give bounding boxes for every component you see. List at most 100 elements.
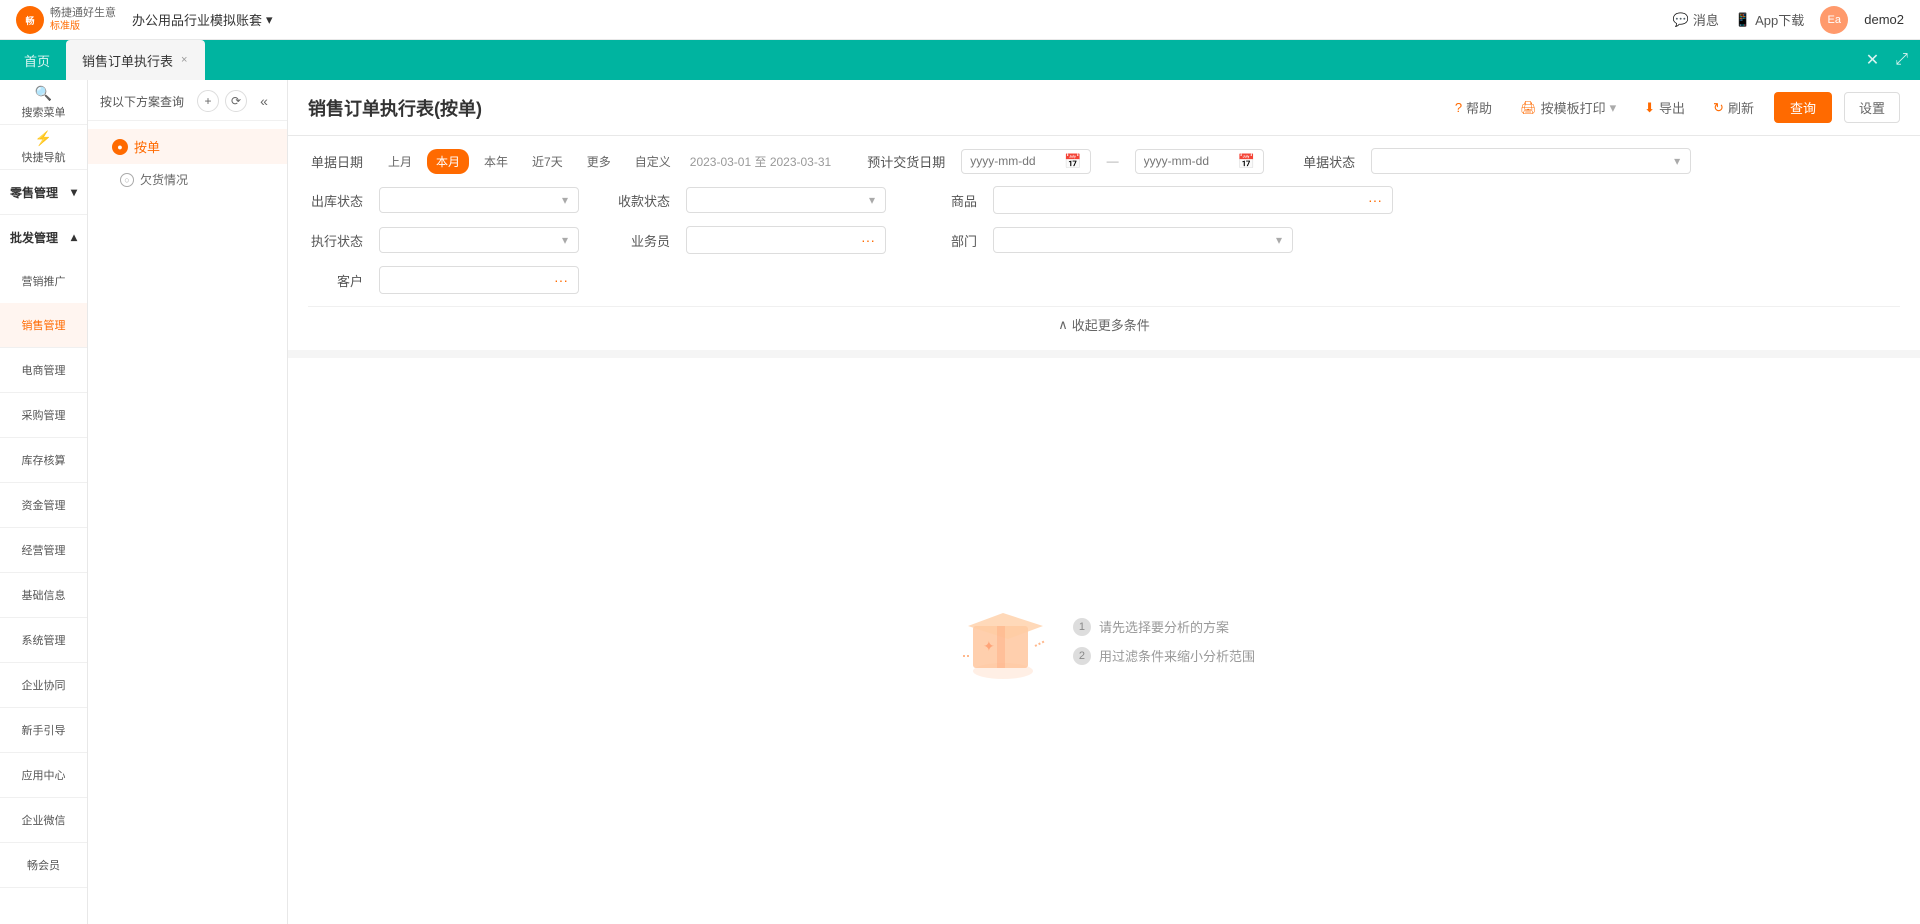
print-dropdown-icon: ▾ [1610, 100, 1617, 116]
expected-delivery-start-input[interactable] [970, 154, 1060, 168]
sidebar-section-basics: 基础信息 [0, 573, 87, 618]
sidebar-section-wholesale: 批发管理 ▴ 营销推广 销售管理 [0, 215, 87, 348]
user-avatar[interactable]: Ea [1820, 6, 1848, 34]
search-sidebar-actions: + ⟳ « [197, 90, 275, 112]
current-month-btn[interactable]: 本月 [427, 149, 469, 174]
filter-row-date: 单据日期 上月 本月 本年 近7天 更多 自定义 2023-03-01 至 20… [308, 148, 1900, 174]
tab-maximize-btn[interactable]: ⤢ [1891, 47, 1912, 73]
sidebar-item-onboarding[interactable]: 新手引导 [0, 708, 87, 752]
add-scheme-btn[interactable]: + [197, 90, 219, 112]
empty-hint-1: 1 请先选择要分析的方案 [1073, 617, 1255, 636]
message-icon: 💬 [1673, 12, 1689, 28]
sidebar-section-system: 系统管理 [0, 618, 87, 663]
search-sidebar: 按以下方案查询 + ⟳ « ● 按单 [88, 80, 288, 924]
last-month-btn[interactable]: 上月 [379, 149, 421, 174]
page-header: 销售订单执行表(按单) ? 帮助 🖨 按模板打印 ▾ ⬇ 导出 [288, 80, 1920, 136]
salesperson-label: 业务员 [615, 231, 670, 250]
sidebar: 🔍 搜索菜单 ⚡ 快捷导航 零售管理 ▾ 批发管理 ▴ 营销推广 [0, 80, 88, 924]
current-year-btn[interactable]: 本年 [475, 149, 517, 174]
header-right: 💬 消息 📱 App下载 Ea demo2 [1673, 6, 1904, 34]
refresh-scheme-btn[interactable]: ⟳ [225, 90, 247, 112]
sidebar-item-quick-nav[interactable]: ⚡ 快捷导航 [0, 125, 87, 169]
sidebar-section-finance: 资金管理 [0, 483, 87, 528]
more-btn[interactable]: 更多 [578, 149, 620, 174]
goods-label: 商品 [922, 191, 977, 210]
tab-sales-order[interactable]: 销售订单执行表 × [66, 40, 205, 80]
sidebar-section-search: 🔍 搜索菜单 [0, 80, 87, 125]
scheme-sub-icon: ○ [120, 173, 134, 187]
scheme-item-by-order[interactable]: ● 按单 [88, 129, 287, 164]
logo-text: 畅捷通好生意 标准版 [50, 6, 116, 33]
department-label: 部门 [922, 231, 977, 250]
print-icon: 🖨 [1520, 100, 1537, 116]
sidebar-item-marketing[interactable]: 营销推广 [0, 259, 87, 303]
collapse-up-icon: ∧ [1058, 317, 1068, 333]
sidebar-item-basics[interactable]: 基础信息 [0, 573, 87, 617]
date-range-separator: — [1107, 154, 1119, 168]
receipt-status-select[interactable]: ▾ [686, 187, 886, 213]
exec-status-select[interactable]: ▾ [379, 227, 579, 253]
sidebar-section-member: 畅会员 [0, 843, 87, 888]
template-print-btn[interactable]: 🖨 按模板打印 ▾ [1512, 94, 1624, 121]
sidebar-item-inventory[interactable]: 库存核算 [0, 438, 87, 482]
app-logo-icon: 畅 [16, 6, 44, 34]
settings-btn[interactable]: 设置 [1844, 92, 1900, 123]
tab-close-icon[interactable]: × [179, 54, 189, 66]
company-selector[interactable]: 办公用品行业模拟账套 ▾ [124, 6, 281, 33]
refresh-icon: ↻ [1713, 100, 1724, 116]
sidebar-item-wholesale[interactable]: 批发管理 ▴ [0, 215, 87, 259]
goods-input[interactable]: ··· [993, 186, 1393, 214]
sidebar-item-retail[interactable]: 零售管理 ▾ [0, 170, 87, 214]
last7days-btn[interactable]: 近7天 [523, 149, 572, 174]
tab-home[interactable]: 首页 [8, 40, 66, 80]
header-left: 畅 畅捷通好生意 标准版 办公用品行业模拟账套 ▾ [16, 6, 281, 34]
app-download-action[interactable]: 📱 App下载 [1735, 10, 1804, 29]
help-btn[interactable]: ? 帮助 [1447, 94, 1500, 121]
sidebar-item-search-menu[interactable]: 🔍 搜索菜单 [0, 80, 87, 124]
receipt-status-label: 收款状态 [615, 191, 670, 210]
sidebar-item-appcenter[interactable]: 应用中心 [0, 753, 87, 797]
calendar-start-icon[interactable]: 📅 [1064, 153, 1081, 170]
receipt-chevron-icon: ▾ [869, 193, 875, 207]
refresh-btn[interactable]: ↻ 刷新 [1705, 94, 1762, 121]
status-select[interactable]: ▾ [1371, 148, 1691, 174]
sidebar-item-finance[interactable]: 资金管理 [0, 483, 87, 527]
scheme-sub-backorder[interactable]: ○ 欠货情况 [88, 164, 287, 195]
expected-delivery-end-input[interactable] [1144, 154, 1234, 168]
salesperson-input[interactable]: ··· [686, 226, 886, 254]
sidebar-item-sales[interactable]: 销售管理 [0, 303, 87, 347]
custom-btn[interactable]: 自定义 [626, 149, 680, 174]
tab-close-btn[interactable]: ✕ [1862, 46, 1883, 74]
page-title-row: 销售订单执行表(按单) ? 帮助 🖨 按模板打印 ▾ ⬇ 导出 [308, 92, 1900, 123]
export-icon: ⬇ [1644, 100, 1655, 116]
sidebar-item-ecommerce[interactable]: 电商管理 [0, 348, 87, 392]
expected-delivery-end[interactable]: 📅 [1135, 149, 1264, 174]
hint-number-2: 2 [1073, 647, 1091, 665]
search-icon: 🔍 [35, 85, 52, 102]
goods-dots-icon: ··· [1368, 192, 1382, 208]
stock-status-label: 出库状态 [308, 191, 363, 210]
search-sidebar-header: 按以下方案查询 + ⟳ « [88, 80, 287, 121]
sidebar-item-system[interactable]: 系统管理 [0, 618, 87, 662]
collapse-filters-btn[interactable]: ∧ 收起更多条件 [308, 306, 1900, 338]
collapse-sidebar-btn[interactable]: « [253, 90, 275, 112]
calendar-end-icon[interactable]: 📅 [1238, 153, 1255, 170]
stock-status-select[interactable]: ▾ [379, 187, 579, 213]
sidebar-item-operations[interactable]: 经营管理 [0, 528, 87, 572]
export-btn[interactable]: ⬇ 导出 [1636, 94, 1693, 121]
salesperson-dots-icon: ··· [861, 232, 875, 248]
sidebar-item-purchase[interactable]: 采购管理 [0, 393, 87, 437]
user-name[interactable]: demo2 [1864, 12, 1904, 27]
page-title: 销售订单执行表(按单) [308, 95, 482, 121]
customer-dots-icon: ··· [554, 272, 568, 288]
sidebar-item-member[interactable]: 畅会员 [0, 843, 87, 887]
expected-delivery-start[interactable]: 📅 [961, 149, 1090, 174]
message-action[interactable]: 💬 消息 [1673, 10, 1719, 29]
department-select[interactable]: ▾ [993, 227, 1293, 253]
sidebar-item-wechat[interactable]: 企业微信 [0, 798, 87, 842]
customer-input[interactable]: ··· [379, 266, 579, 294]
query-btn[interactable]: 查询 [1774, 92, 1832, 123]
sidebar-section-enterprise: 企业协同 [0, 663, 87, 708]
retail-expand-icon: ▾ [71, 185, 77, 199]
sidebar-item-enterprise[interactable]: 企业协同 [0, 663, 87, 707]
